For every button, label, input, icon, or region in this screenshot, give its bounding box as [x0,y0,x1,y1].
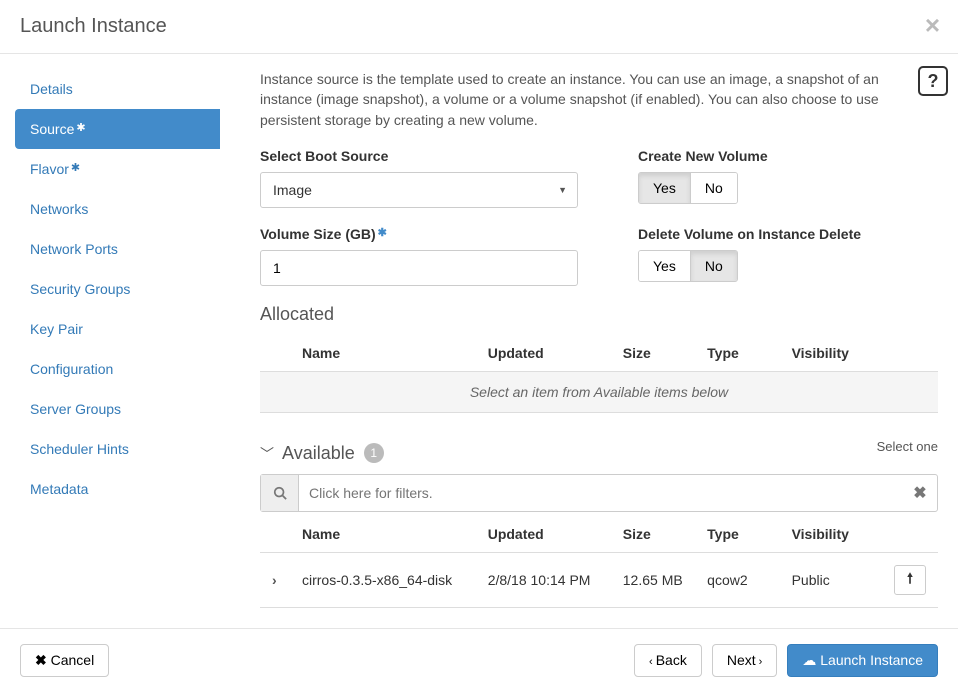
modal-title: Launch Instance [20,15,938,38]
boot-source-col: Select Boot Source Image [260,148,578,208]
col-updated: Updated [488,345,623,361]
form-row-2: Volume Size (GB)✱ Delete Volume on Insta… [260,226,938,286]
close-icon[interactable]: × [925,10,940,41]
delete-on-terminate-toggle: Yes No [638,250,738,282]
available-title[interactable]: ﹀ Available 1 [260,443,384,464]
sidebar-item-label: Scheduler Hints [30,441,129,457]
help-icon[interactable]: ? [918,66,948,96]
required-asterisk-icon: ✱ [378,227,387,239]
cloud-upload-icon: ☁ [802,652,820,668]
filter-input[interactable] [299,475,903,511]
volume-size-input[interactable] [260,250,578,286]
col-type: Type [707,345,791,361]
cancel-button[interactable]: ✖ Cancel [20,644,109,677]
sidebar-item-label: Details [30,81,73,97]
sidebar-item-label: Networks [30,201,88,217]
allocated-title: Allocated [260,304,938,325]
sidebar-item-key-pair[interactable]: Key Pair [15,309,220,349]
required-asterisk-icon: ✱ [76,122,85,134]
modal-body: Details Source✱ Flavor✱ Networks Network… [0,54,958,628]
boot-source-select[interactable]: Image [260,172,578,208]
required-asterisk-icon: ✱ [71,162,80,174]
sidebar-item-server-groups[interactable]: Server Groups [15,389,220,429]
sidebar-item-network-ports[interactable]: Network Ports [15,229,220,269]
col-name: Name [302,526,488,542]
available-header-row: ﹀ Available 1 Select one [260,435,938,474]
boot-source-value: Image [273,182,312,198]
delete-no-button[interactable]: No [690,251,737,281]
launch-instance-modal: Launch Instance × Details Source✱ Flavor… [0,0,958,692]
delete-on-terminate-col: Delete Volume on Instance Delete Yes No [638,226,938,286]
form-row-1: Select Boot Source Image Create New Volu… [260,148,938,208]
back-button[interactable]: ‹ Back [634,644,702,677]
col-size: Size [623,345,707,361]
allocate-up-button[interactable]: 🠕 [894,565,926,595]
create-volume-label: Create New Volume [638,148,938,164]
col-updated: Updated [488,526,623,542]
sidebar-item-label: Network Ports [30,241,118,257]
footer-right-buttons: ‹ Back Next › ☁ Launch Instance [634,644,938,677]
sidebar-item-details[interactable]: Details [15,69,220,109]
available-count-badge: 1 [364,443,384,463]
allocated-table-header: Name Updated Size Type Visibility [260,335,938,372]
sidebar-item-configuration[interactable]: Configuration [15,349,220,389]
main-panel: ? Instance source is the template used t… [220,54,958,628]
chevron-left-icon: ‹ [649,656,656,668]
sidebar-item-source[interactable]: Source✱ [15,109,220,149]
col-type: Type [707,526,791,542]
modal-footer: ✖ Cancel ‹ Back Next › ☁ Launch Instance [0,628,958,692]
boot-source-label: Select Boot Source [260,148,578,164]
sidebar-item-label: Configuration [30,361,113,377]
create-volume-no-button[interactable]: No [690,173,737,203]
source-description: Instance source is the template used to … [260,69,938,130]
sidebar-item-security-groups[interactable]: Security Groups [15,269,220,309]
sidebar-item-scheduler-hints[interactable]: Scheduler Hints [15,429,220,469]
sidebar-item-metadata[interactable]: Metadata [15,469,220,509]
sidebar-item-networks[interactable]: Networks [15,189,220,229]
sidebar-item-flavor[interactable]: Flavor✱ [15,149,220,189]
sidebar-item-label: Server Groups [30,401,121,417]
create-volume-toggle: Yes No [638,172,738,204]
cell-visibility: Public [792,572,876,588]
wizard-sidebar: Details Source✱ Flavor✱ Networks Network… [0,54,220,628]
delete-yes-button[interactable]: Yes [639,251,690,281]
modal-header: Launch Instance × [0,0,958,54]
create-volume-col: Create New Volume Yes No [638,148,938,208]
delete-on-terminate-label: Delete Volume on Instance Delete [638,226,938,242]
volume-size-col: Volume Size (GB)✱ [260,226,578,286]
create-volume-yes-button[interactable]: Yes [639,173,690,203]
x-icon: ✖ [35,652,51,668]
cell-type: qcow2 [707,572,791,588]
expand-row-icon[interactable]: › [272,572,277,588]
search-icon[interactable] [261,475,299,511]
select-one-hint: Select one [877,439,938,454]
volume-size-label: Volume Size (GB)✱ [260,226,578,242]
sidebar-item-label: Source [30,121,74,137]
sidebar-item-label: Security Groups [30,281,130,297]
allocated-empty-message: Select an item from Available items belo… [260,372,938,413]
chevron-right-icon: › [756,656,763,668]
sidebar-item-label: Metadata [30,481,88,497]
table-row: › cirros-0.3.5-x86_64-disk 2/8/18 10:14 … [260,553,938,608]
available-table-header: Name Updated Size Type Visibility [260,516,938,553]
cell-name: cirros-0.3.5-x86_64-disk [302,572,488,588]
sidebar-item-label: Flavor [30,161,69,177]
col-name: Name [302,345,488,361]
launch-instance-button[interactable]: ☁ Launch Instance [787,644,938,677]
filter-bar: ✖ [260,474,938,512]
col-size: Size [623,526,707,542]
chevron-down-icon: ﹀ [260,444,274,464]
cell-updated: 2/8/18 10:14 PM [488,572,623,588]
col-visibility: Visibility [792,345,876,361]
col-visibility: Visibility [792,526,876,542]
clear-filter-icon[interactable]: ✖ [903,475,937,511]
next-button[interactable]: Next › [712,644,778,677]
sidebar-item-label: Key Pair [30,321,83,337]
cell-size: 12.65 MB [623,572,707,588]
